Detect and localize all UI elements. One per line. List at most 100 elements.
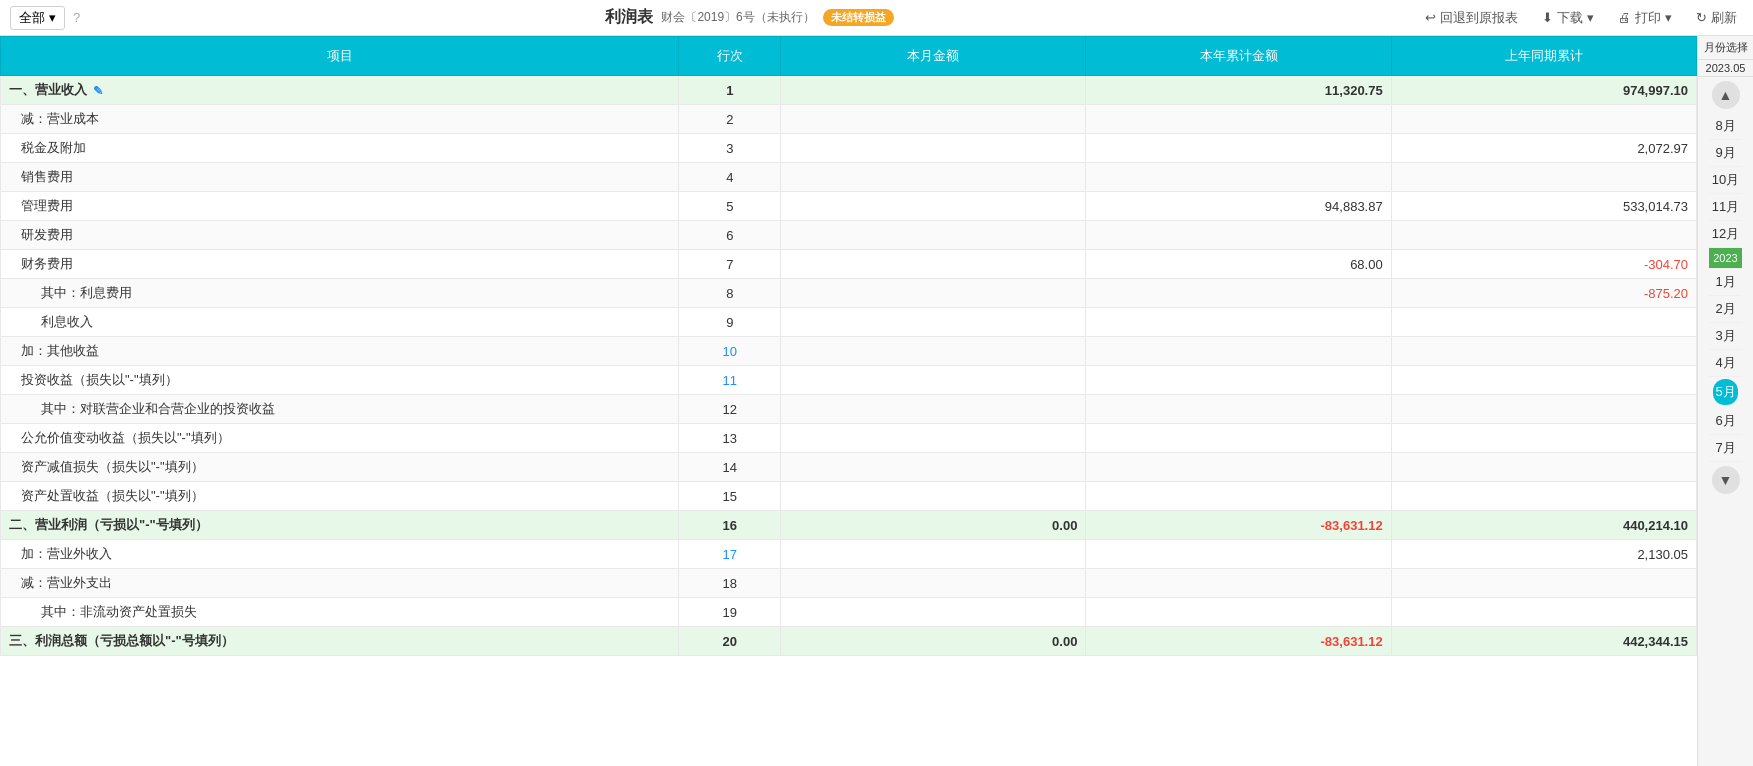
cell-prev: 533,014.73 [1391, 192, 1696, 221]
cell-prev [1391, 308, 1696, 337]
cell-item: 公允价值变动收益（损失以"-"填列） [1, 424, 679, 453]
report-table: 项目 行次 本月金额 本年累计金额 上年同期累计 一、营业收入✎111,320.… [0, 36, 1697, 656]
cell-month [781, 76, 1086, 105]
cell-month [781, 540, 1086, 569]
cell-prev: 2,130.05 [1391, 540, 1696, 569]
cell-item: 其中：利息费用 [1, 279, 679, 308]
cell-year [1086, 482, 1391, 511]
table-row: 减：营业外支出18 [1, 569, 1697, 598]
month-item[interactable]: 9月 [1709, 140, 1741, 167]
table-row: 加：其他收益10 [1, 337, 1697, 366]
col-header-prev: 上年同期累计 [1391, 37, 1696, 76]
cell-prev: 440,214.10 [1391, 511, 1696, 540]
cell-row-num: 1 [679, 76, 781, 105]
cell-item: 研发费用 [1, 221, 679, 250]
cell-month [781, 569, 1086, 598]
cell-month [781, 424, 1086, 453]
edit-icon[interactable]: ✎ [93, 84, 107, 98]
download-icon: ⬇ [1542, 10, 1553, 25]
cell-row-num: 13 [679, 424, 781, 453]
cell-prev [1391, 163, 1696, 192]
question-icon[interactable]: ? [73, 10, 80, 25]
col-header-item: 项目 [1, 37, 679, 76]
print-button[interactable]: 🖨 打印 ▾ [1612, 5, 1678, 31]
cell-item: 销售费用 [1, 163, 679, 192]
cell-year [1086, 221, 1391, 250]
cell-year [1086, 279, 1391, 308]
cell-year [1086, 105, 1391, 134]
cell-prev [1391, 424, 1696, 453]
main-content: 项目 行次 本月金额 本年累计金额 上年同期累计 一、营业收入✎111,320.… [0, 36, 1753, 766]
table-row: 公允价值变动收益（损失以"-"填列）13 [1, 424, 1697, 453]
refresh-icon: ↻ [1696, 10, 1707, 25]
nav-up-button[interactable]: ▲ [1712, 81, 1740, 109]
back-button[interactable]: ↩ 回退到原报表 [1419, 5, 1524, 31]
cell-month: 0.00 [781, 511, 1086, 540]
cell-prev [1391, 105, 1696, 134]
cell-prev [1391, 598, 1696, 627]
cell-prev [1391, 221, 1696, 250]
cell-year: -83,631.12 [1086, 511, 1391, 540]
month-item[interactable]: 10月 [1709, 167, 1741, 194]
cell-item: 管理费用 [1, 192, 679, 221]
cell-prev [1391, 569, 1696, 598]
month-item[interactable]: 7月 [1709, 435, 1741, 462]
cell-month [781, 192, 1086, 221]
month-item[interactable]: 2023 [1709, 248, 1741, 269]
cell-year: 68.00 [1086, 250, 1391, 279]
cell-month [781, 366, 1086, 395]
month-item[interactable]: 2月 [1709, 296, 1741, 323]
table-row: 二、营业利润（亏损以"-"号填列）160.00-83,631.12440,214… [1, 511, 1697, 540]
cell-year: -83,631.12 [1086, 627, 1391, 656]
cell-row-num: 20 [679, 627, 781, 656]
month-item[interactable]: 12月 [1709, 221, 1741, 248]
refresh-button[interactable]: ↻ 刷新 [1690, 5, 1743, 31]
report-subtitle: 财会〔2019〕6号（未执行） [661, 9, 814, 26]
month-item[interactable]: 11月 [1709, 194, 1741, 221]
month-item[interactable]: 4月 [1709, 350, 1741, 377]
cell-year: 94,883.87 [1086, 192, 1391, 221]
cell-item: 财务费用 [1, 250, 679, 279]
month-item[interactable]: 6月 [1709, 408, 1741, 435]
cell-month: 0.00 [781, 627, 1086, 656]
cell-year [1086, 540, 1391, 569]
month-item[interactable]: 1月 [1709, 269, 1741, 296]
month-item[interactable]: 3月 [1709, 323, 1741, 350]
cell-item: 加：其他收益 [1, 337, 679, 366]
top-bar-right: ↩ 回退到原报表 ⬇ 下载 ▾ 🖨 打印 ▾ ↻ 刷新 [1419, 5, 1743, 31]
cell-row-num: 3 [679, 134, 781, 163]
cell-prev: 974,997.10 [1391, 76, 1696, 105]
cell-month [781, 221, 1086, 250]
cell-row-num: 8 [679, 279, 781, 308]
cell-row-num: 12 [679, 395, 781, 424]
table-row: 三、利润总额（亏损总额以"-"号填列）200.00-83,631.12442,3… [1, 627, 1697, 656]
cell-row-num: 7 [679, 250, 781, 279]
cell-year [1086, 366, 1391, 395]
cell-row-num: 11 [679, 366, 781, 395]
cell-prev: 2,072.97 [1391, 134, 1696, 163]
cell-month [781, 134, 1086, 163]
chevron-down-icon: ▾ [1665, 10, 1672, 25]
month-item[interactable]: 5月 [1713, 379, 1737, 406]
cell-month [781, 453, 1086, 482]
cell-year [1086, 598, 1391, 627]
status-badge: 未结转损益 [823, 9, 894, 26]
cell-item: 资产减值损失（损失以"-"填列） [1, 453, 679, 482]
month-item[interactable]: 8月 [1709, 113, 1741, 140]
category-dropdown[interactable]: 全部 ▾ [10, 6, 65, 30]
cell-row-num: 17 [679, 540, 781, 569]
category-label: 全部 [19, 9, 45, 27]
cell-month [781, 395, 1086, 424]
download-button[interactable]: ⬇ 下载 ▾ [1536, 5, 1600, 31]
chevron-down-icon: ▾ [49, 10, 56, 25]
cell-row-num: 18 [679, 569, 781, 598]
cell-item: 利息收入 [1, 308, 679, 337]
table-row: 销售费用4 [1, 163, 1697, 192]
cell-year [1086, 134, 1391, 163]
cell-prev [1391, 482, 1696, 511]
top-bar: 全部 ▾ ? 利润表 财会〔2019〕6号（未执行） 未结转损益 ↩ 回退到原报… [0, 0, 1753, 36]
table-row: 其中：对联营企业和合营企业的投资收益12 [1, 395, 1697, 424]
cell-item: 一、营业收入✎ [1, 76, 679, 105]
table-row: 税金及附加32,072.97 [1, 134, 1697, 163]
nav-down-button[interactable]: ▼ [1712, 466, 1740, 494]
